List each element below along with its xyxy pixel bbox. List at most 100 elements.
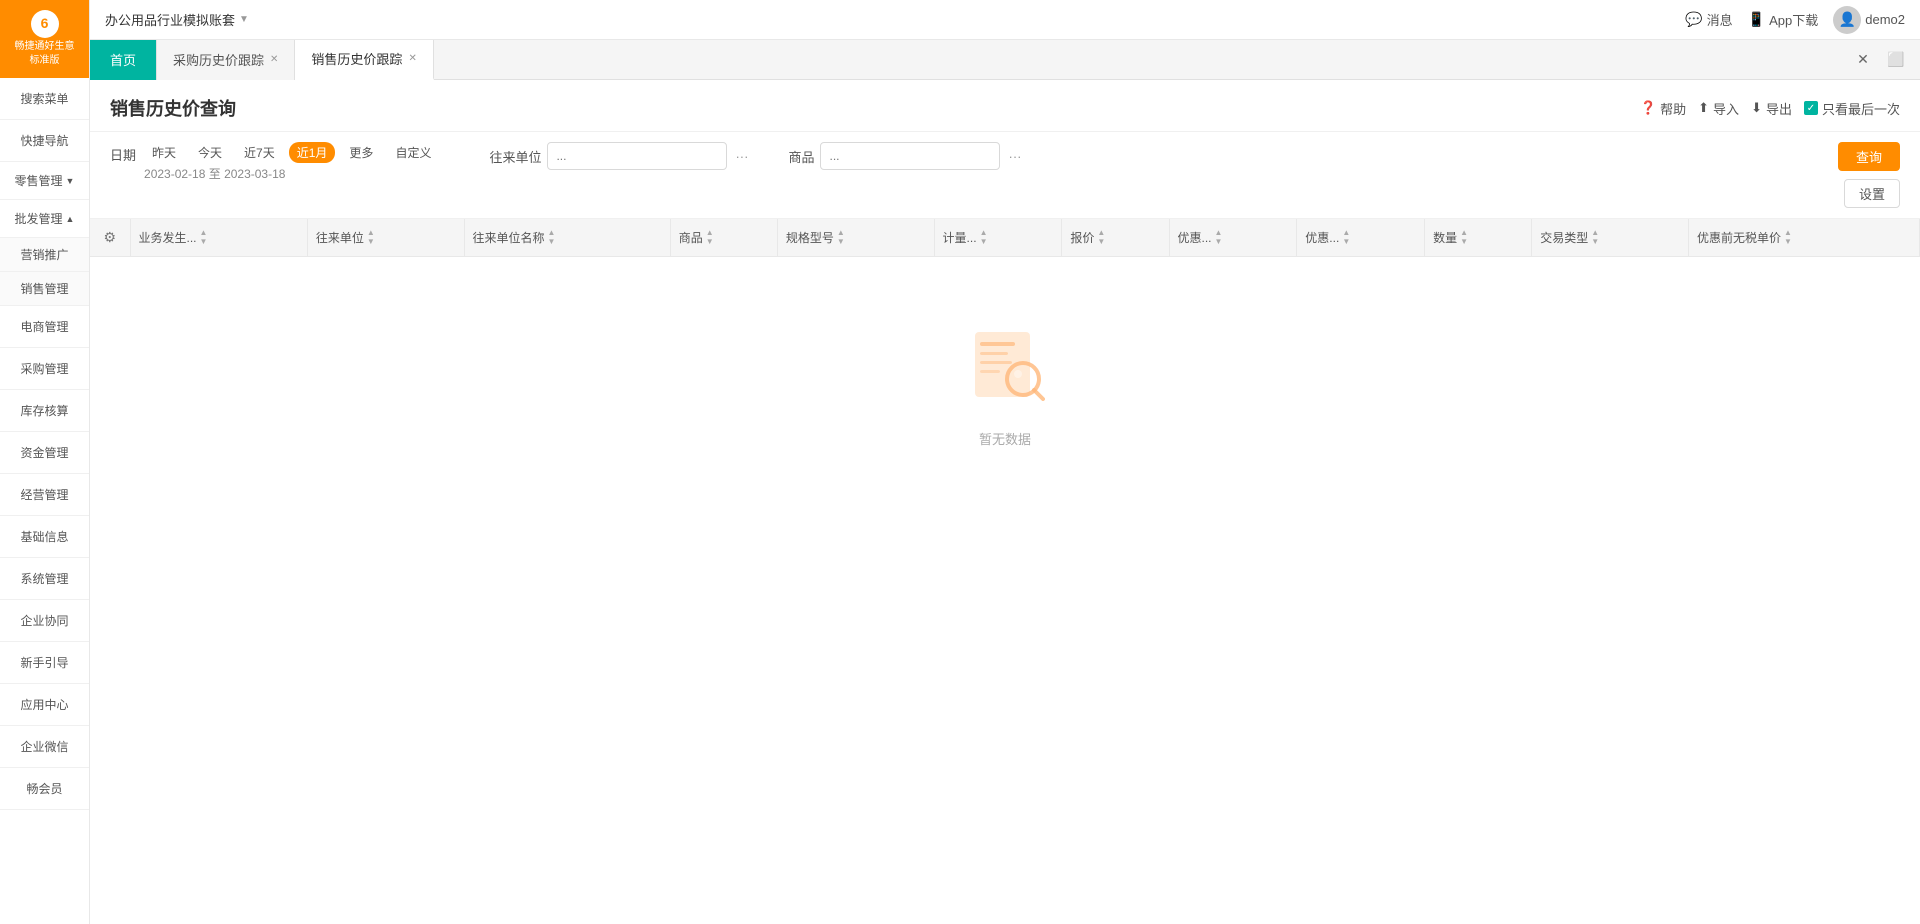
sort-up-icon: ▲	[367, 229, 375, 237]
sidebar-item-ecommerce[interactable]: 电商管理	[0, 306, 89, 348]
sidebar-item-newbie[interactable]: 新手引导	[0, 642, 89, 684]
th-date-label: 业务发生...	[139, 229, 197, 246]
import-icon: ⬆	[1698, 100, 1709, 116]
sort-down-icon: ▼	[1460, 238, 1468, 246]
sort-down-icon: ▼	[1342, 238, 1350, 246]
page-title: 销售历史价查询	[110, 95, 236, 121]
date-option-last1m[interactable]: 近1月	[289, 142, 336, 163]
date-option-yesterday[interactable]: 昨天	[144, 142, 184, 163]
sort-up-icon: ▲	[548, 229, 556, 237]
query-button[interactable]: 查询	[1838, 142, 1900, 171]
th-date[interactable]: 业务发生... ▲ ▼	[130, 219, 307, 257]
avatar: 👤	[1833, 6, 1861, 34]
th-trade-type-label: 交易类型	[1540, 229, 1588, 246]
partner-input[interactable]	[547, 142, 727, 170]
filter-area: 日期 昨天 今天 近7天 近1月 更多 自定义 2023-02-18 至 202…	[90, 132, 1920, 219]
sidebar-item-sales[interactable]: 销售管理	[0, 272, 89, 306]
th-goods[interactable]: 商品 ▲ ▼	[670, 219, 777, 257]
tab-purchase-history-label: 采购历史价跟踪	[173, 50, 264, 69]
sidebar-item-wechat[interactable]: 企业微信	[0, 726, 89, 768]
table-container[interactable]: ⚙ 业务发生... ▲ ▼	[90, 219, 1920, 924]
date-range-display: 2023-02-18 至 2023-03-18	[144, 165, 439, 182]
th-partner-name[interactable]: 往来单位名称 ▲ ▼	[464, 219, 670, 257]
tab-home[interactable]: 首页	[90, 40, 157, 80]
th-trade-type[interactable]: 交易类型 ▲ ▼	[1532, 219, 1689, 257]
user-menu-button[interactable]: 👤 demo2	[1833, 6, 1905, 34]
sort-up-icon: ▲	[706, 229, 714, 237]
sort-arrows-no-tax-price: ▲ ▼	[1784, 229, 1792, 246]
th-price-label: 报价	[1070, 229, 1094, 246]
th-unit[interactable]: 计量... ▲ ▼	[934, 219, 1062, 257]
sidebar-item-wholesale[interactable]: 批发管理	[0, 200, 89, 238]
export-label: 导出	[1766, 99, 1792, 118]
sort-up-icon: ▲	[200, 229, 208, 237]
sort-arrows-partner-name: ▲ ▼	[548, 229, 556, 246]
th-settings[interactable]: ⚙	[90, 219, 130, 257]
goods-input[interactable]	[820, 142, 1000, 170]
sort-down-icon: ▼	[548, 238, 556, 246]
help-button[interactable]: ❓ 帮助	[1640, 99, 1686, 118]
date-option-more[interactable]: 更多	[341, 142, 381, 163]
sidebar-item-shortcut[interactable]: 快捷导航	[0, 120, 89, 162]
maximize-window-button[interactable]: ⬜	[1882, 46, 1910, 74]
sidebar-item-marketing[interactable]: 营销推广	[0, 238, 89, 272]
gear-icon[interactable]: ⚙	[103, 229, 116, 245]
message-button[interactable]: 💬 消息	[1685, 10, 1732, 29]
th-quantity[interactable]: 数量 ▲ ▼	[1425, 219, 1532, 257]
tab-sales-close-icon[interactable]: ✕	[408, 53, 416, 64]
sidebar-item-member[interactable]: 畅会员	[0, 768, 89, 810]
th-discount2-label: 优惠...	[1305, 229, 1339, 246]
tab-purchase-close-icon[interactable]: ✕	[270, 54, 278, 65]
goods-suffix-icon[interactable]: ···	[1008, 149, 1021, 164]
sort-arrows-unit: ▲ ▼	[980, 229, 988, 246]
th-discount2[interactable]: 优惠... ▲ ▼	[1297, 219, 1425, 257]
sort-down-icon: ▼	[706, 238, 714, 246]
last-only-checkbox[interactable]	[1804, 101, 1818, 115]
partner-filter-group: 往来单位 ···	[489, 142, 748, 170]
date-filter-group: 日期 昨天 今天 近7天 近1月 更多 自定义 2023-02-18 至 202…	[110, 142, 439, 182]
app-download-button[interactable]: 📱 App下载	[1748, 10, 1819, 29]
partner-suffix-icon[interactable]: ···	[735, 149, 748, 164]
sidebar-item-system[interactable]: 系统管理	[0, 558, 89, 600]
tab-purchase-history[interactable]: 采购历史价跟踪 ✕	[157, 40, 295, 80]
tabbar: 首页 采购历史价跟踪 ✕ 销售历史价跟踪 ✕ ✕ ⬜	[90, 40, 1920, 80]
sidebar-item-search[interactable]: 搜索菜单	[0, 78, 89, 120]
sort-arrows-discount1: ▲ ▼	[1215, 229, 1223, 246]
sort-up-icon: ▲	[1342, 229, 1350, 237]
sort-arrows-price: ▲ ▼	[1097, 229, 1105, 246]
sort-up-icon: ▲	[1784, 229, 1792, 237]
th-partner-code[interactable]: 往来单位 ▲ ▼	[307, 219, 464, 257]
sidebar-item-operation[interactable]: 经营管理	[0, 474, 89, 516]
tab-sales-history[interactable]: 销售历史价跟踪 ✕	[295, 40, 433, 80]
tab-sales-history-label: 销售历史价跟踪	[311, 49, 402, 68]
sidebar-item-enterprise[interactable]: 企业协同	[0, 600, 89, 642]
date-option-last7[interactable]: 近7天	[236, 142, 283, 163]
settings-button[interactable]: 设置	[1844, 179, 1900, 208]
date-option-custom[interactable]: 自定义	[387, 142, 439, 163]
sidebar-item-basic[interactable]: 基础信息	[0, 516, 89, 558]
import-button[interactable]: ⬆ 导入	[1698, 99, 1739, 118]
close-window-button[interactable]: ✕	[1849, 46, 1877, 74]
sort-down-icon: ▼	[1784, 238, 1792, 246]
page-header: 销售历史价查询 ❓ 帮助 ⬆ 导入 ⬇ 导出 只看最后一次	[90, 80, 1920, 132]
th-spec[interactable]: 规格型号 ▲ ▼	[777, 219, 934, 257]
sidebar-item-inventory[interactable]: 库存核算	[0, 390, 89, 432]
sort-arrows-trade-type: ▲ ▼	[1591, 229, 1599, 246]
th-price[interactable]: 报价 ▲ ▼	[1062, 219, 1169, 257]
sort-down-icon: ▼	[980, 238, 988, 246]
export-button[interactable]: ⬇ 导出	[1751, 99, 1792, 118]
last-only-toggle[interactable]: 只看最后一次	[1804, 99, 1900, 118]
th-discount1[interactable]: 优惠... ▲ ▼	[1169, 219, 1297, 257]
th-no-tax-price[interactable]: 优惠前无税单价 ▲ ▼	[1688, 219, 1919, 257]
th-quantity-label: 数量	[1433, 229, 1457, 246]
sidebar-item-finance[interactable]: 资金管理	[0, 432, 89, 474]
help-icon: ❓	[1640, 100, 1656, 116]
last-only-label: 只看最后一次	[1822, 99, 1900, 118]
logo-title: 畅捷通好生意	[15, 40, 75, 54]
company-selector[interactable]: 办公用品行业模拟账套 ▼	[105, 10, 249, 29]
logo-icon-text: 6	[41, 14, 49, 34]
sidebar-item-appstore[interactable]: 应用中心	[0, 684, 89, 726]
date-option-today[interactable]: 今天	[190, 142, 230, 163]
sidebar-item-retail[interactable]: 零售管理	[0, 162, 89, 200]
sidebar-item-purchase[interactable]: 采购管理	[0, 348, 89, 390]
